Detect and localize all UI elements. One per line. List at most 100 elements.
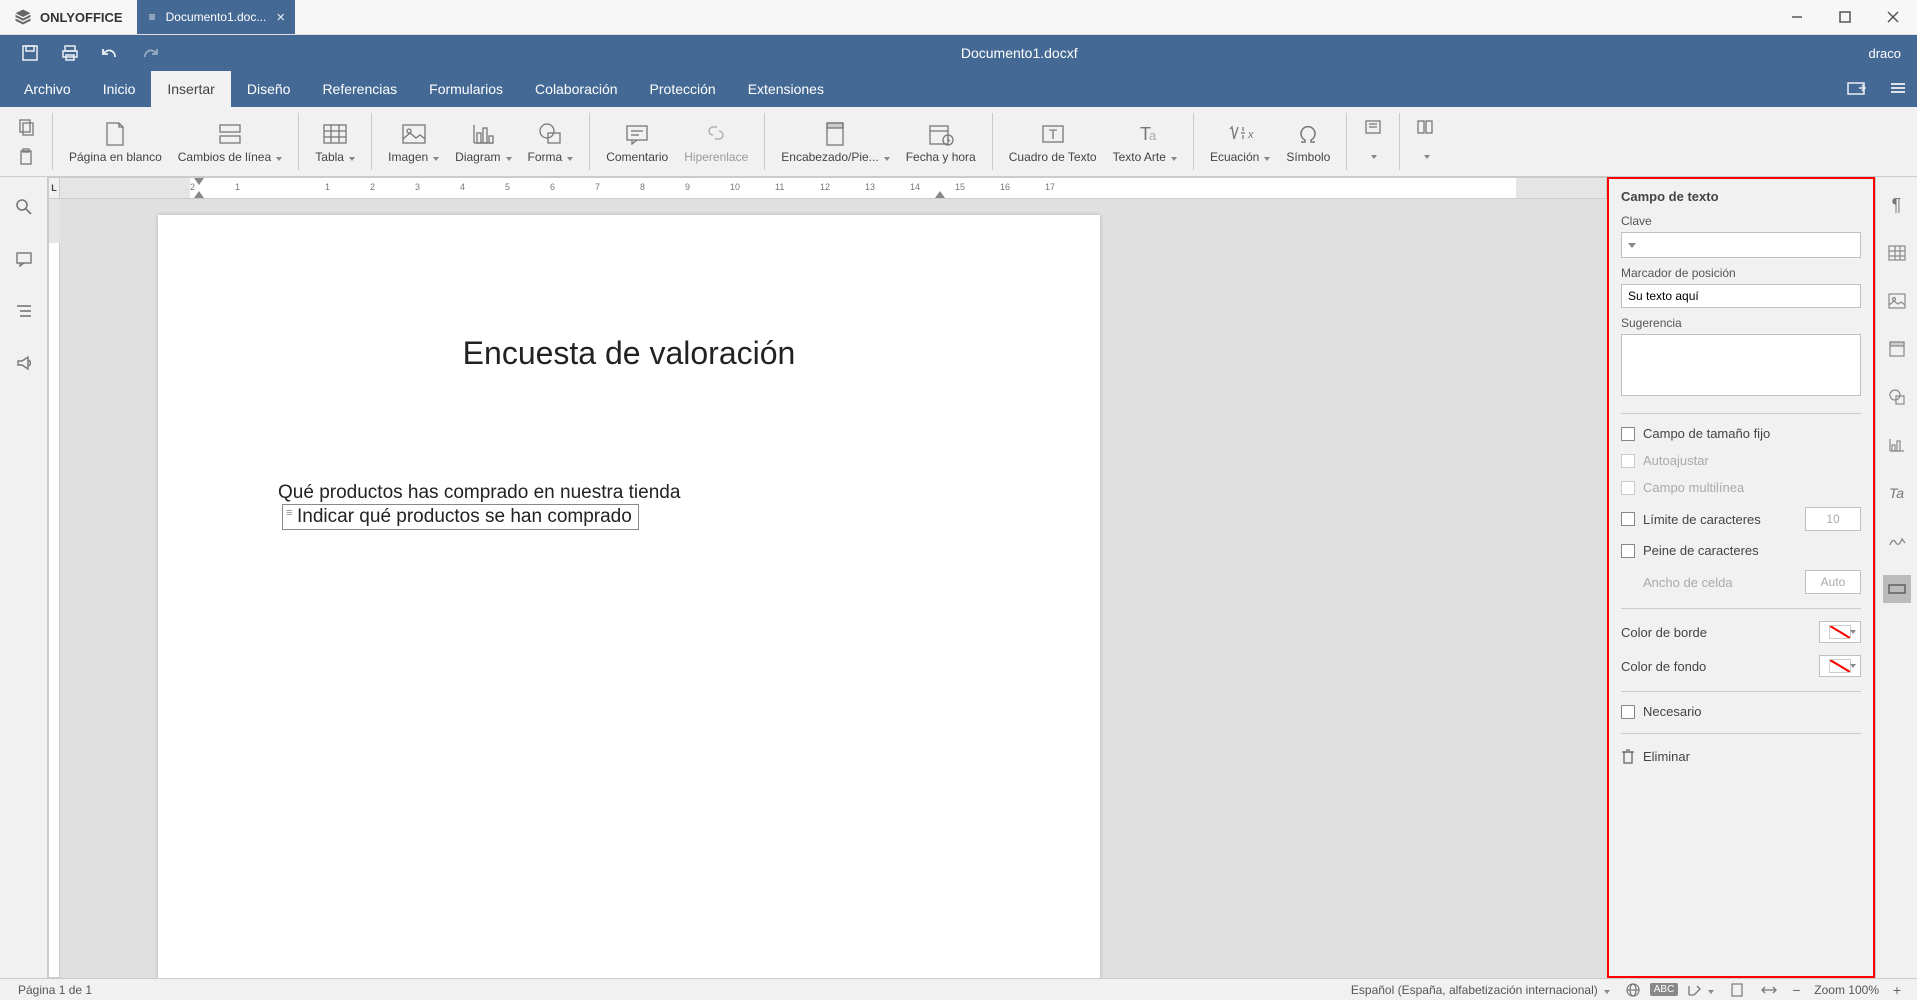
abc-indicator[interactable]: ABC [1650,983,1679,996]
document-heading: Encuesta de valoración [278,335,980,372]
user-name[interactable]: draco [1868,46,1907,61]
border-color-picker[interactable] [1819,621,1861,643]
copy-button[interactable] [12,115,40,139]
paragraph-settings-button[interactable]: ¶ [1883,191,1911,219]
key-label: Clave [1621,214,1861,228]
print-button[interactable] [50,35,90,71]
table-settings-button[interactable] [1883,239,1911,267]
copy-icon [17,118,35,136]
char-limit-row[interactable]: Límite de caracteres10 [1621,507,1861,531]
quick-access-bar: Documento1.docxf draco [0,35,1917,71]
textbox-button[interactable]: T Cuadro de Texto [1001,113,1105,170]
tab-diseno[interactable]: Diseño [231,71,307,107]
comment-button[interactable]: Comentario [598,113,676,170]
symbol-button[interactable]: Símbolo [1278,113,1338,170]
zoom-indicator[interactable]: Zoom 100% [1806,983,1887,997]
datetime-button[interactable]: Fecha y hora [898,113,984,170]
more-dropdown[interactable] [1412,145,1440,169]
header-footer-button[interactable]: Encabezado/Pie... [773,113,897,170]
image-button[interactable]: Imagen [380,113,447,170]
chart-settings-button[interactable] [1883,431,1911,459]
cell-width-row: Ancho de celdaAuto [1621,570,1861,594]
text-form-field[interactable]: Indicar qué productos se han comprado [282,504,639,530]
zoom-out-button[interactable]: − [1786,982,1806,998]
table-button[interactable]: Tabla [307,113,363,170]
required-row[interactable]: Necesario [1621,704,1861,719]
question-text: Qué productos has comprado en nuestra ti… [278,482,680,503]
ruler-corner[interactable]: L [48,177,60,199]
tab-extensiones[interactable]: Extensiones [732,71,840,107]
textart-button[interactable]: Ta Texto Arte [1105,113,1185,170]
document-tab[interactable]: ≡ Documento1.doc... × [137,0,296,34]
comments-button[interactable] [12,247,36,271]
tab-colaboracion[interactable]: Colaboración [519,71,634,107]
open-location-button[interactable] [1847,80,1867,99]
checkbox-icon[interactable] [1621,512,1635,526]
page[interactable]: Encuesta de valoración Qué productos has… [158,215,1100,978]
checkbox-icon[interactable] [1621,544,1635,558]
indent-marker-first[interactable] [194,178,204,185]
breaks-button[interactable]: Cambios de línea [170,113,290,170]
document-canvas[interactable]: Encuesta de valoración Qué productos has… [60,199,1607,978]
chart-button[interactable]: Diagram [447,113,519,170]
signature-settings-button[interactable] [1883,527,1911,555]
track-changes-button[interactable] [1678,983,1722,997]
indent-marker-left[interactable] [194,191,204,198]
fit-page-button[interactable] [1722,982,1752,998]
tab-inicio[interactable]: Inicio [87,71,152,107]
checkbox-icon[interactable] [1621,705,1635,719]
comb-row[interactable]: Peine de caracteres [1621,543,1861,558]
view-settings-button[interactable] [1889,81,1907,98]
char-limit-spinner[interactable]: 10 [1805,507,1861,531]
placeholder-label: Marcador de posición [1621,266,1861,280]
paste-button[interactable] [12,145,40,169]
shape-settings-button[interactable] [1883,383,1911,411]
equation-button[interactable]: x Ecuación [1202,113,1278,170]
redo-icon [141,45,159,61]
window-maximize[interactable] [1821,0,1869,34]
zoom-in-button[interactable]: + [1887,982,1907,998]
vertical-ruler[interactable] [48,199,60,978]
controls-dropdown[interactable] [1359,145,1387,169]
form-settings-button[interactable] [1883,575,1911,603]
tab-close-icon[interactable]: × [276,9,285,26]
signature-icon [1888,533,1906,549]
tab-formularios[interactable]: Formularios [413,71,519,107]
save-button[interactable] [10,35,50,71]
fixed-size-row[interactable]: Campo de tamaño fijo [1621,426,1861,441]
horizontal-ruler[interactable]: 211234567891011121314151617 [60,177,1607,199]
spellcheck-button[interactable] [1618,983,1650,997]
trash-icon [1621,748,1635,764]
headings-button[interactable] [12,299,36,323]
fit-width-button[interactable] [1752,984,1786,996]
status-bar: Página 1 de 1 Español (España, alfabetiz… [0,978,1917,1000]
undo-button[interactable] [90,35,130,71]
key-combo[interactable] [1621,232,1861,258]
tab-proteccion[interactable]: Protección [634,71,732,107]
tab-insertar[interactable]: Insertar [151,71,230,107]
tab-referencias[interactable]: Referencias [306,71,413,107]
undo-icon [101,45,119,61]
page-indicator[interactable]: Página 1 de 1 [10,983,100,997]
image-settings-button[interactable] [1883,287,1911,315]
bg-color-picker[interactable] [1819,655,1861,677]
shape-button[interactable]: Forma [520,113,582,170]
textart-settings-button[interactable]: Ta [1883,479,1911,507]
placeholder-input[interactable] [1621,284,1861,308]
controls-button[interactable] [1359,115,1387,139]
hint-textarea[interactable] [1621,334,1861,396]
header-settings-button[interactable] [1883,335,1911,363]
feedback-button[interactable] [12,351,36,375]
window-minimize[interactable] [1773,0,1821,34]
tab-archivo[interactable]: Archivo [8,71,87,107]
hyperlink-button[interactable]: Hiperenlace [676,113,756,170]
blank-page-button[interactable]: Página en blanco [61,113,170,170]
checkbox-icon[interactable] [1621,427,1635,441]
delete-button[interactable]: Eliminar [1621,748,1861,764]
language-indicator[interactable]: Español (España, alfabetización internac… [1343,983,1618,997]
redo-button[interactable] [130,35,170,71]
more-button[interactable] [1412,115,1440,139]
window-close[interactable] [1869,0,1917,34]
indent-marker-right[interactable] [935,191,945,198]
search-button[interactable] [12,195,36,219]
